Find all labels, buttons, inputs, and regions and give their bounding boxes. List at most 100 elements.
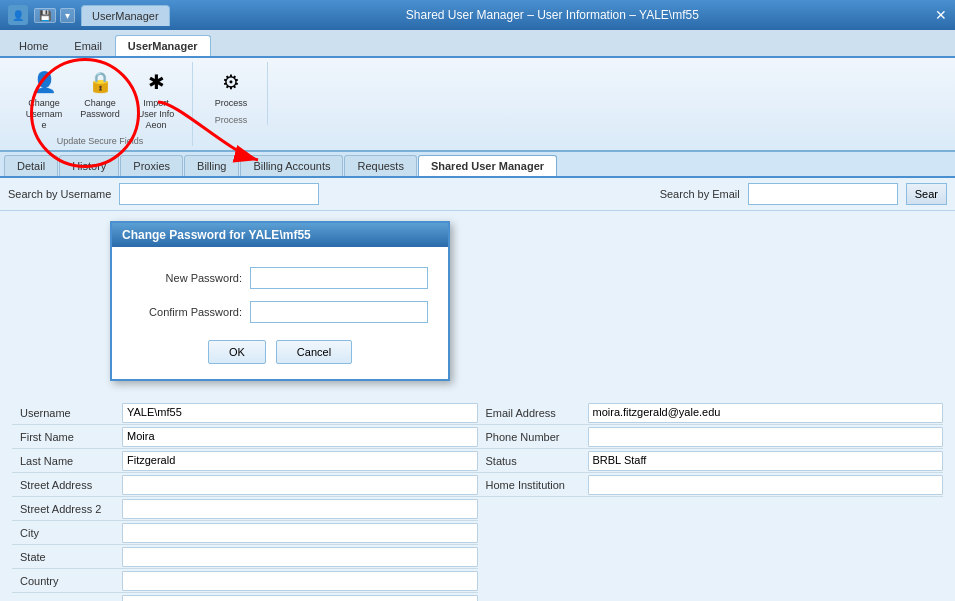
ribbon-group-process: ⚙ Process Process — [195, 62, 268, 125]
import-user-button[interactable]: ✱ Import User Info Aeon — [130, 62, 182, 134]
change-username-label: Change Username — [24, 98, 64, 130]
change-password-button[interactable]: 🔒 Change Password — [74, 62, 126, 124]
email-value: moira.fitzgerald@yale.edu — [588, 403, 944, 423]
ribbon-group-label-secure: Update Secure Fields — [57, 136, 144, 146]
info-row-country: Country — [12, 569, 478, 593]
username-value: YALE\mf55 — [122, 403, 478, 423]
ribbon-content: 👤 Change Username 🔒 Change Password ✱ Im… — [0, 58, 955, 152]
info-row-state: State — [12, 545, 478, 569]
city-label: City — [12, 524, 122, 542]
ok-button[interactable]: OK — [208, 340, 266, 364]
username-search-input[interactable] — [119, 183, 319, 205]
cancel-button[interactable]: Cancel — [276, 340, 352, 364]
street1-label: Street Address — [12, 476, 122, 494]
firstname-value: Moira — [122, 427, 478, 447]
institution-value — [588, 475, 944, 495]
street2-value — [122, 499, 478, 519]
search-button[interactable]: Sear — [906, 183, 947, 205]
info-row-status: Status BRBL Staff — [478, 449, 944, 473]
tab-proxies[interactable]: Proxies — [120, 155, 183, 176]
tab-history[interactable]: History — [59, 155, 119, 176]
country-label: Country — [12, 572, 122, 590]
new-password-input[interactable] — [250, 267, 428, 289]
info-grid: Username YALE\mf55 First Name Moira Last… — [12, 401, 943, 601]
info-right-column: Email Address moira.fitzgerald@yale.edu … — [478, 401, 944, 601]
new-password-field: New Password: — [132, 267, 428, 289]
info-row-street2: Street Address 2 — [12, 497, 478, 521]
tab-billing-accounts[interactable]: Billing Accounts — [240, 155, 343, 176]
city-value — [122, 523, 478, 543]
email-label: Email Address — [478, 404, 588, 422]
info-row-city: City — [12, 521, 478, 545]
change-password-icon: 🔒 — [84, 66, 116, 98]
info-row-username: Username YALE\mf55 — [12, 401, 478, 425]
firstname-label: First Name — [12, 428, 122, 446]
state-label: State — [12, 548, 122, 566]
ribbon-tab-home[interactable]: Home — [6, 35, 61, 56]
content-tabs: Detail History Proxies Billing Billing A… — [0, 152, 955, 178]
title-bar: 👤 💾 ▾ UserManager Shared User Manager – … — [0, 0, 955, 30]
info-row-phone: Phone Number — [478, 425, 944, 449]
info-row-street1: Street Address — [12, 473, 478, 497]
lastname-label: Last Name — [12, 452, 122, 470]
import-user-label: Import User Info Aeon — [136, 98, 176, 130]
lastname-value: Fitzgerald — [122, 451, 478, 471]
street1-value — [122, 475, 478, 495]
ribbon-tabs: Home Email UserManager — [0, 30, 955, 58]
change-password-label: Change Password — [80, 98, 120, 120]
ribbon-group-buttons: 👤 Change Username 🔒 Change Password ✱ Im… — [18, 62, 182, 134]
street2-label: Street Address 2 — [12, 500, 122, 518]
country-value — [122, 571, 478, 591]
main-area: Change Password for YALE\mf55 New Passwo… — [0, 211, 955, 601]
zip-value — [122, 595, 478, 601]
import-user-icon: ✱ — [140, 66, 172, 98]
ribbon-tab-email[interactable]: Email — [61, 35, 115, 56]
email-search-input[interactable] — [748, 183, 898, 205]
tab-billing[interactable]: Billing — [184, 155, 239, 176]
search-bar: Search by Username Search by Email Sear — [0, 178, 955, 211]
info-left-column: Username YALE\mf55 First Name Moira Last… — [12, 401, 478, 601]
quick-access-toolbar: 💾 ▾ — [34, 8, 75, 23]
change-password-dialog: Change Password for YALE\mf55 New Passwo… — [110, 221, 450, 381]
user-info-section: Username YALE\mf55 First Name Moira Last… — [10, 401, 945, 601]
process-icon: ⚙ — [215, 66, 247, 98]
info-row-institution: Home Institution — [478, 473, 944, 497]
change-username-icon: 👤 — [28, 66, 60, 98]
phone-label: Phone Number — [478, 428, 588, 446]
save-qa-btn[interactable]: 💾 — [34, 8, 56, 23]
username-search-label: Search by Username — [8, 188, 111, 200]
ribbon-tab-title[interactable]: UserManager — [81, 5, 170, 26]
phone-value — [588, 427, 944, 447]
tab-requests[interactable]: Requests — [344, 155, 416, 176]
info-row-lastname: Last Name Fitzgerald — [12, 449, 478, 473]
dialog-content: New Password: Confirm Password: OK Cance… — [112, 247, 448, 379]
process-label: Process — [215, 98, 248, 109]
info-row-firstname: First Name Moira — [12, 425, 478, 449]
process-button[interactable]: ⚙ Process — [205, 62, 257, 113]
dialog-title: Change Password for YALE\mf55 — [112, 223, 448, 247]
info-row-zip: Zip — [12, 593, 478, 601]
tab-detail[interactable]: Detail — [4, 155, 58, 176]
status-label: Status — [478, 452, 588, 470]
zip-label: Zip — [12, 596, 122, 601]
institution-label: Home Institution — [478, 476, 588, 494]
app-icon: 👤 — [8, 5, 28, 25]
state-value — [122, 547, 478, 567]
confirm-password-label: Confirm Password: — [132, 306, 242, 318]
new-password-label: New Password: — [132, 272, 242, 284]
window-title: Shared User Manager – User Information –… — [170, 8, 935, 22]
confirm-password-field: Confirm Password: — [132, 301, 428, 323]
ribbon-tab-usermanager[interactable]: UserManager — [115, 35, 211, 56]
status-value: BRBL Staff — [588, 451, 944, 471]
confirm-password-input[interactable] — [250, 301, 428, 323]
close-button[interactable]: ✕ — [935, 7, 947, 23]
change-username-button[interactable]: 👤 Change Username — [18, 62, 70, 134]
dialog-buttons: OK Cancel — [132, 335, 428, 364]
ribbon-group-label-process: Process — [215, 115, 248, 125]
username-label: Username — [12, 404, 122, 422]
email-search-label: Search by Email — [660, 188, 740, 200]
dropdown-qa-btn[interactable]: ▾ — [60, 8, 75, 23]
tab-shared-user-manager[interactable]: Shared User Manager — [418, 155, 557, 176]
info-row-email: Email Address moira.fitzgerald@yale.edu — [478, 401, 944, 425]
ribbon-group-secure-fields: 👤 Change Username 🔒 Change Password ✱ Im… — [8, 62, 193, 146]
